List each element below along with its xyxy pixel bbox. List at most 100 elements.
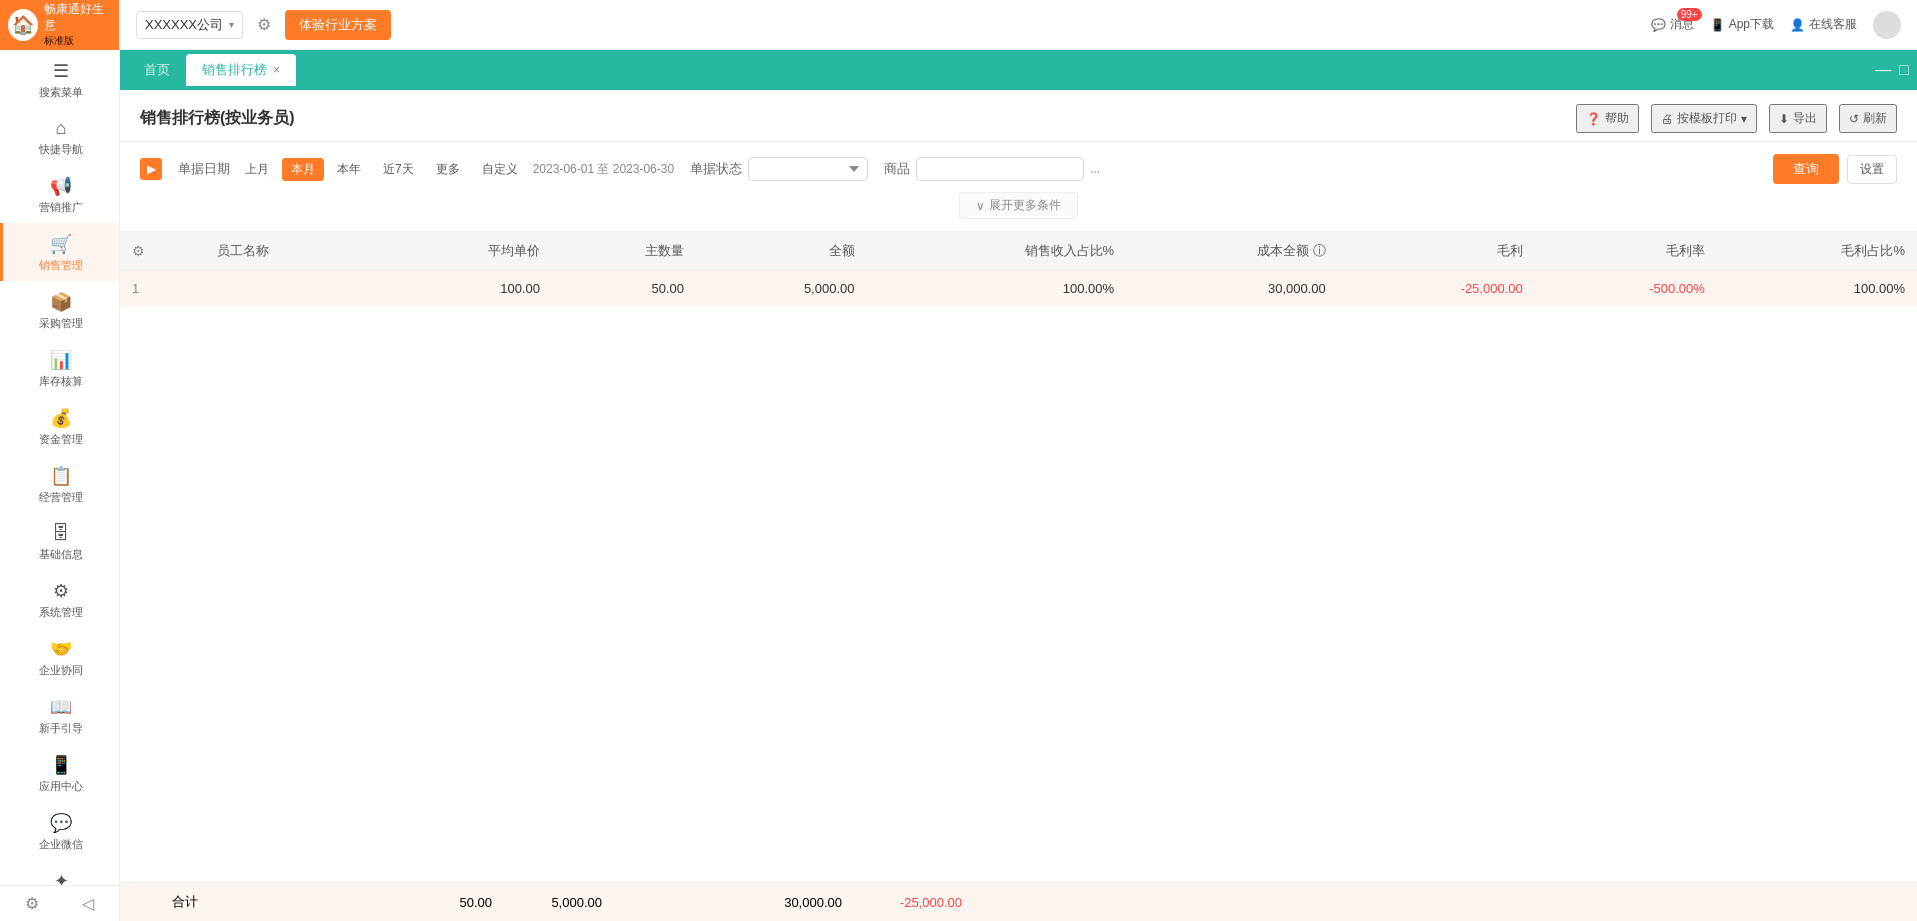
tab-home-label: 首页 [144, 61, 170, 79]
help-button[interactable]: ❓ 帮助 [1576, 104, 1639, 133]
tab-sales-rank-label: 销售排行榜 [202, 61, 267, 79]
member-icon: ✦ [54, 870, 69, 885]
sales-icon: 🛒 [50, 233, 72, 255]
company-name: XXXXXX公司 [145, 16, 223, 34]
cell-avg-price: 100.00 [378, 271, 552, 307]
footer-label: 合计 [172, 893, 292, 911]
footer-amount: 5,000.00 [492, 895, 602, 910]
refresh-button[interactable]: ↺ 刷新 [1839, 104, 1897, 133]
sidebar-item-quicknav[interactable]: ⌂ 快捷导航 [0, 108, 119, 165]
column-settings-icon[interactable]: ⚙ [132, 243, 145, 259]
app-download-action[interactable]: 📱 App下载 [1710, 16, 1774, 33]
online-service-label: 在线客服 [1809, 16, 1857, 33]
sidebar-bottom: ⚙ ◁ [0, 885, 119, 921]
sidebar-item-search[interactable]: ☰ 搜索菜单 [0, 50, 119, 108]
th-gross-profit: 毛利 [1338, 232, 1535, 271]
table-row: 1 100.00 50.00 [120, 271, 1917, 307]
sidebar-item-member[interactable]: ✦ 畅会员 [0, 860, 119, 885]
status-select[interactable] [748, 157, 868, 181]
tab-maximize-icon[interactable]: □ [1899, 61, 1909, 79]
goods-input[interactable] [916, 157, 1084, 181]
tab-sales-rank[interactable]: 销售排行榜 × [186, 54, 296, 86]
footer-cost-amount: 30,000.00 [722, 895, 842, 910]
sidebar-item-marketing[interactable]: 📢 营销推广 [0, 165, 119, 223]
footer-main-qty: 50.00 [392, 895, 492, 910]
message-badge: 99+ [1677, 8, 1702, 21]
sidebar-nav: ☰ 搜索菜单 ⌂ 快捷导航 📢 营销推广 🛒 销售管理 📦 采购管理 📊 库存核… [0, 50, 119, 885]
header-settings-icon[interactable]: ⚙ [253, 11, 275, 38]
sidebar-item-wechat[interactable]: 💬 企业微信 [0, 802, 119, 860]
sidebar-item-guide[interactable]: 📖 新手引导 [0, 686, 119, 744]
sidebar-item-operations[interactable]: 📋 经营管理 [0, 455, 119, 513]
trial-button[interactable]: 体验行业方案 [285, 10, 391, 40]
query-button[interactable]: 查询 [1773, 154, 1839, 184]
company-selector[interactable]: XXXXXX公司 ▾ [136, 11, 243, 39]
settings-small-button[interactable]: 设置 [1847, 155, 1897, 184]
sidebar-item-label-sales: 销售管理 [39, 258, 83, 273]
date-btn-more[interactable]: 更多 [427, 158, 469, 181]
sidebar-item-purchase[interactable]: 📦 采购管理 [0, 281, 119, 339]
goods-more-btn[interactable]: ... [1090, 162, 1100, 176]
date-btn-prev-month[interactable]: 上月 [236, 158, 278, 181]
date-btn-this-year[interactable]: 本年 [328, 158, 370, 181]
tab-close-icon[interactable]: × [273, 63, 280, 77]
app-download-icon: 📱 [1710, 18, 1725, 32]
sidebar-item-label-purchase: 采购管理 [39, 316, 83, 331]
expand-bar: ∨ 展开更多条件 [140, 192, 1897, 219]
page-header-actions: ❓ 帮助 🖨 按模板打印 ▾ ⬇ 导出 ↺ 刷新 [1576, 104, 1897, 133]
date-quick-buttons: 上月 本月 本年 近7天 更多 自定义 [236, 158, 527, 181]
quick-nav-icon: ⌂ [56, 118, 67, 139]
sidebar-item-basicinfo[interactable]: 🗄 基础信息 [0, 513, 119, 570]
cell-sales-pct: 100.00% [867, 271, 1127, 307]
sidebar-item-label-marketing: 营销推广 [39, 200, 83, 215]
message-action[interactable]: 💬 消息 99+ [1651, 16, 1694, 33]
print-chevron-icon: ▾ [1741, 112, 1747, 126]
cell-gross-margin: -500.00% [1535, 271, 1717, 307]
sidebar-item-enterprise[interactable]: 🤝 企业协同 [0, 628, 119, 686]
th-name: 员工名称 [205, 232, 379, 271]
logo-text: 畅康通好生意 [44, 2, 111, 33]
online-service-action[interactable]: 👤 在线客服 [1790, 16, 1857, 33]
sidebar-settings-icon[interactable]: ⚙ [25, 894, 39, 913]
user-avatar[interactable] [1873, 11, 1901, 39]
sidebar: 🏠 畅康通好生意 标准版 ☰ 搜索菜单 ⌂ 快捷导航 📢 营销推广 🛒 销售管理… [0, 0, 120, 921]
goods-filter-label: 商品 [884, 160, 910, 178]
sidebar-item-label-quicknav: 快捷导航 [39, 142, 83, 157]
th-avg-price: 平均单价 [378, 232, 552, 271]
filter-row: ▶ 单据日期 上月 本月 本年 近7天 更多 自定义 2023-06-01 至 … [140, 154, 1897, 184]
sidebar-item-appcenter[interactable]: 📱 应用中心 [0, 744, 119, 802]
date-btn-custom[interactable]: 自定义 [473, 158, 527, 181]
th-amount: 全额 [696, 232, 867, 271]
filter-toggle-btn[interactable]: ▶ [140, 158, 162, 180]
status-filter: 单据状态 [690, 157, 868, 181]
filter-toggle-icon: ▶ [147, 162, 156, 176]
sidebar-item-sales[interactable]: 🛒 销售管理 [0, 223, 119, 281]
date-range-display: 2023-06-01 至 2023-06-30 [533, 161, 674, 178]
tab-actions: — □ [1875, 61, 1909, 79]
expand-button[interactable]: ∨ 展开更多条件 [959, 192, 1078, 219]
page-header: 销售排行榜(按业务员) ❓ 帮助 🖨 按模板打印 ▾ ⬇ 导出 [120, 90, 1917, 142]
logo-icon: 🏠 [8, 9, 38, 41]
expand-label: 展开更多条件 [989, 197, 1061, 214]
sidebar-collapse-icon[interactable]: ◁ [82, 894, 94, 913]
header-actions: 💬 消息 99+ 📱 App下载 👤 在线客服 [1651, 11, 1901, 39]
tab-home[interactable]: 首页 [128, 54, 186, 86]
tab-minimize-icon[interactable]: — [1875, 61, 1891, 79]
status-filter-label: 单据状态 [690, 160, 742, 178]
filter-area: ▶ 单据日期 上月 本月 本年 近7天 更多 自定义 2023-06-01 至 … [120, 142, 1917, 232]
search-order-icon: ☰ [53, 60, 69, 82]
sidebar-item-label-wechat: 企业微信 [39, 837, 83, 852]
goods-filter: 商品 ... [884, 157, 1100, 181]
app-logo: 🏠 畅康通好生意 标准版 [0, 0, 119, 50]
export-button[interactable]: ⬇ 导出 [1769, 104, 1827, 133]
cell-amount: 5,000.00 [696, 271, 867, 307]
sidebar-item-inventory[interactable]: 📊 库存核算 [0, 339, 119, 397]
date-btn-7days[interactable]: 近7天 [374, 158, 423, 181]
print-button[interactable]: 🖨 按模板打印 ▾ [1651, 104, 1757, 133]
cell-cost-amount: 30,000.00 [1126, 271, 1338, 307]
th-rank: ⚙ [120, 232, 205, 271]
date-btn-this-month[interactable]: 本月 [282, 158, 324, 181]
sidebar-item-system[interactable]: ⚙ 系统管理 [0, 570, 119, 628]
sidebar-item-finance[interactable]: 💰 资金管理 [0, 397, 119, 455]
table-header-row: ⚙ 员工名称 平均单价 主数量 [120, 232, 1917, 271]
